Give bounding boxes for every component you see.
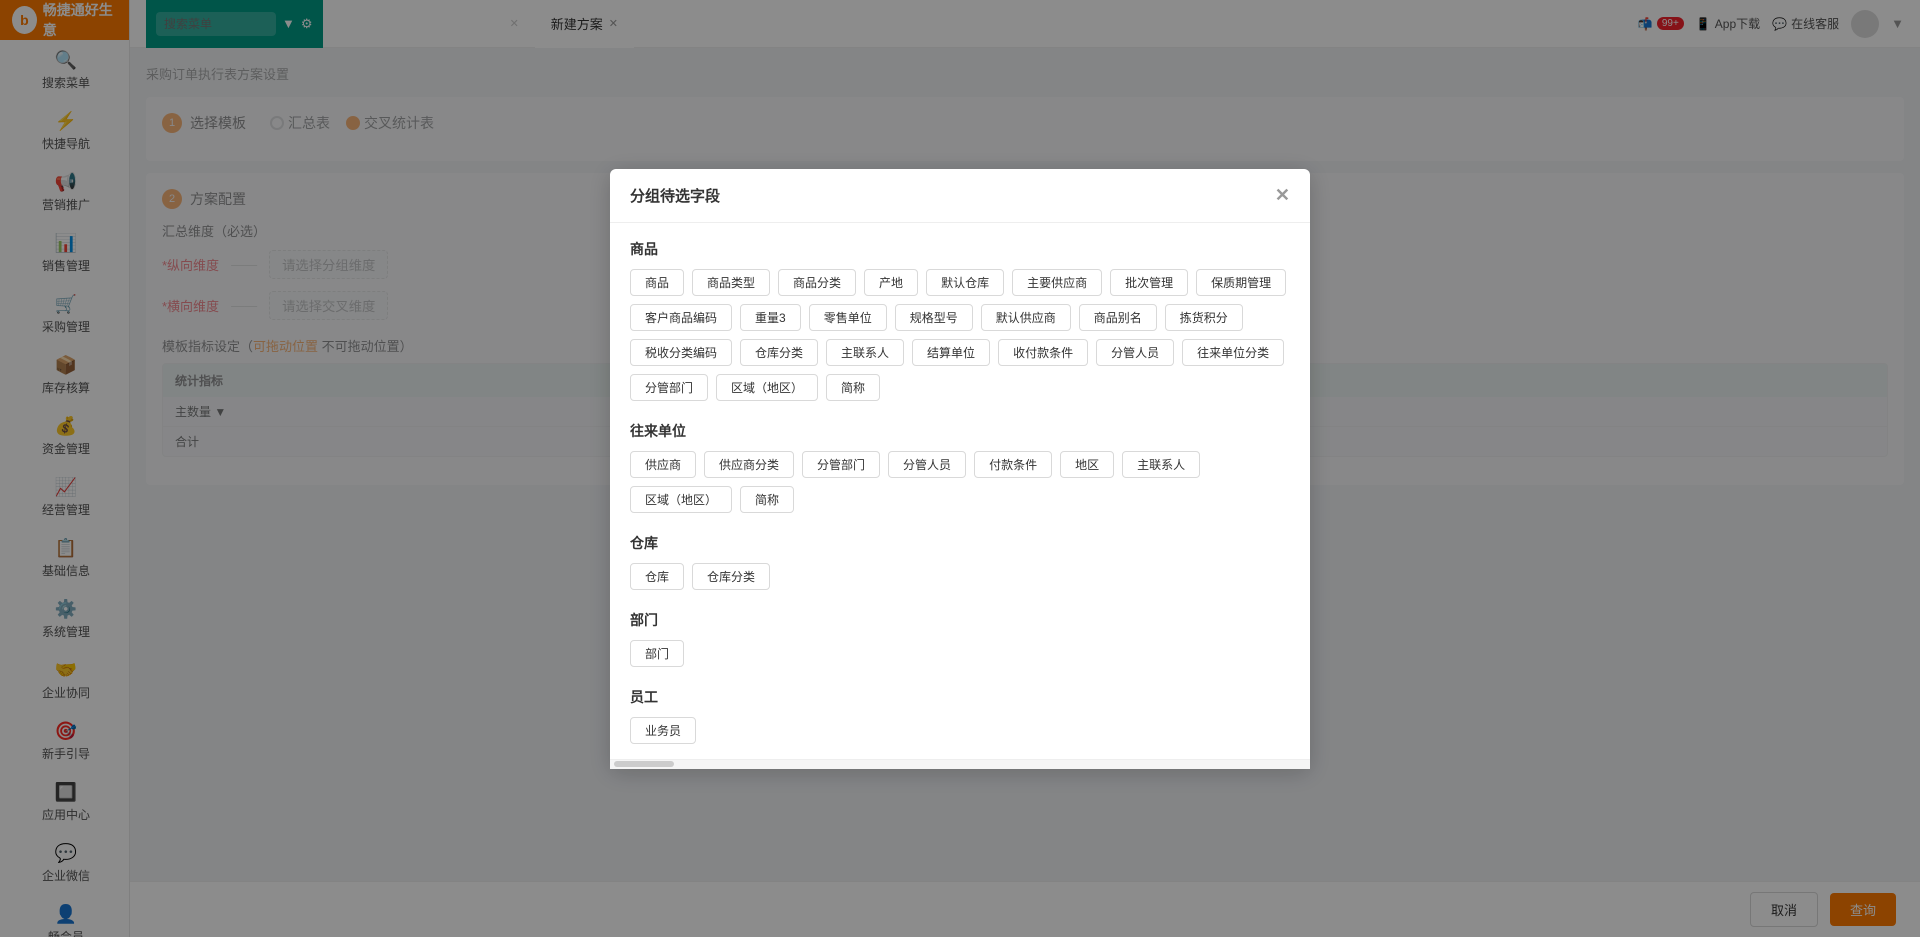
field-tag[interactable]: 商品别名 [1079, 304, 1157, 331]
field-tag[interactable]: 重量3 [740, 304, 801, 331]
field-tag[interactable]: 商品类型 [692, 269, 770, 296]
field-tag[interactable]: 分管人员 [1096, 339, 1174, 366]
field-tag[interactable]: 保质期管理 [1196, 269, 1286, 296]
field-tag[interactable]: 结算单位 [912, 339, 990, 366]
field-tags-staff: 业务员 [630, 717, 1290, 744]
modal-header: 分组待选字段 ✕ [610, 169, 1310, 223]
field-tag[interactable]: 分管人员 [888, 451, 966, 478]
field-tags-counterparty: 供应商 供应商分类 分管部门 分管人员 付款条件 地区 主联系人 区域（地区） … [630, 451, 1290, 513]
modal-overlay: 分组待选字段 ✕ 商品 商品 商品类型 商品分类 产地 默认仓库 主要供应商 批… [0, 0, 1920, 937]
field-group-warehouse-title: 仓库 [630, 533, 1290, 553]
field-tag[interactable]: 主要供应商 [1012, 269, 1102, 296]
field-tag[interactable]: 业务员 [630, 717, 696, 744]
field-tag[interactable]: 批次管理 [1110, 269, 1188, 296]
modal-hscrollbar[interactable] [610, 759, 1310, 769]
field-tag[interactable]: 简称 [826, 374, 880, 401]
field-tag[interactable]: 区域（地区） [630, 486, 732, 513]
field-tag[interactable]: 地区 [1060, 451, 1114, 478]
field-tag[interactable]: 简称 [740, 486, 794, 513]
field-tag[interactable]: 仓库分类 [692, 563, 770, 590]
modal-close-btn[interactable]: ✕ [1275, 186, 1290, 204]
field-tag[interactable]: 付款条件 [974, 451, 1052, 478]
field-tags-warehouse: 仓库 仓库分类 [630, 563, 1290, 590]
field-tag[interactable]: 供应商 [630, 451, 696, 478]
field-tag[interactable]: 往来单位分类 [1182, 339, 1284, 366]
field-tags-product: 商品 商品类型 商品分类 产地 默认仓库 主要供应商 批次管理 保质期管理 客户… [630, 269, 1290, 401]
field-tag[interactable]: 默认供应商 [981, 304, 1071, 331]
field-tag[interactable]: 拣货积分 [1165, 304, 1243, 331]
field-tags-dept: 部门 [630, 640, 1290, 667]
field-select-modal: 分组待选字段 ✕ 商品 商品 商品类型 商品分类 产地 默认仓库 主要供应商 批… [610, 169, 1310, 769]
field-tag[interactable]: 分管部门 [630, 374, 708, 401]
field-group-product-title: 商品 [630, 239, 1290, 259]
field-tag[interactable]: 分管部门 [802, 451, 880, 478]
field-tag[interactable]: 默认仓库 [926, 269, 1004, 296]
field-tag[interactable]: 商品 [630, 269, 684, 296]
field-tag[interactable]: 税收分类编码 [630, 339, 732, 366]
field-group-staff: 员工 业务员 [630, 687, 1290, 744]
field-group-dept: 部门 部门 [630, 610, 1290, 667]
field-group-counterparty: 往来单位 供应商 供应商分类 分管部门 分管人员 付款条件 地区 主联系人 区域… [630, 421, 1290, 513]
field-group-dept-title: 部门 [630, 610, 1290, 630]
field-tag[interactable]: 产地 [864, 269, 918, 296]
modal-title: 分组待选字段 [630, 185, 720, 206]
field-tag[interactable]: 仓库 [630, 563, 684, 590]
field-tag[interactable]: 主联系人 [1122, 451, 1200, 478]
field-tag[interactable]: 主联系人 [826, 339, 904, 366]
field-group-warehouse: 仓库 仓库 仓库分类 [630, 533, 1290, 590]
field-group-product: 商品 商品 商品类型 商品分类 产地 默认仓库 主要供应商 批次管理 保质期管理… [630, 239, 1290, 401]
hscroll-thumb[interactable] [614, 761, 674, 767]
field-group-staff-title: 员工 [630, 687, 1290, 707]
field-tag[interactable]: 规格型号 [895, 304, 973, 331]
field-tag[interactable]: 商品分类 [778, 269, 856, 296]
field-group-counterparty-title: 往来单位 [630, 421, 1290, 441]
modal-body[interactable]: 商品 商品 商品类型 商品分类 产地 默认仓库 主要供应商 批次管理 保质期管理… [610, 223, 1310, 759]
field-tag[interactable]: 仓库分类 [740, 339, 818, 366]
field-tag[interactable]: 部门 [630, 640, 684, 667]
field-tag[interactable]: 区域（地区） [716, 374, 818, 401]
field-tag[interactable]: 收付款条件 [998, 339, 1088, 366]
field-tag[interactable]: 客户商品编码 [630, 304, 732, 331]
field-tag[interactable]: 供应商分类 [704, 451, 794, 478]
field-tag[interactable]: 零售单位 [809, 304, 887, 331]
